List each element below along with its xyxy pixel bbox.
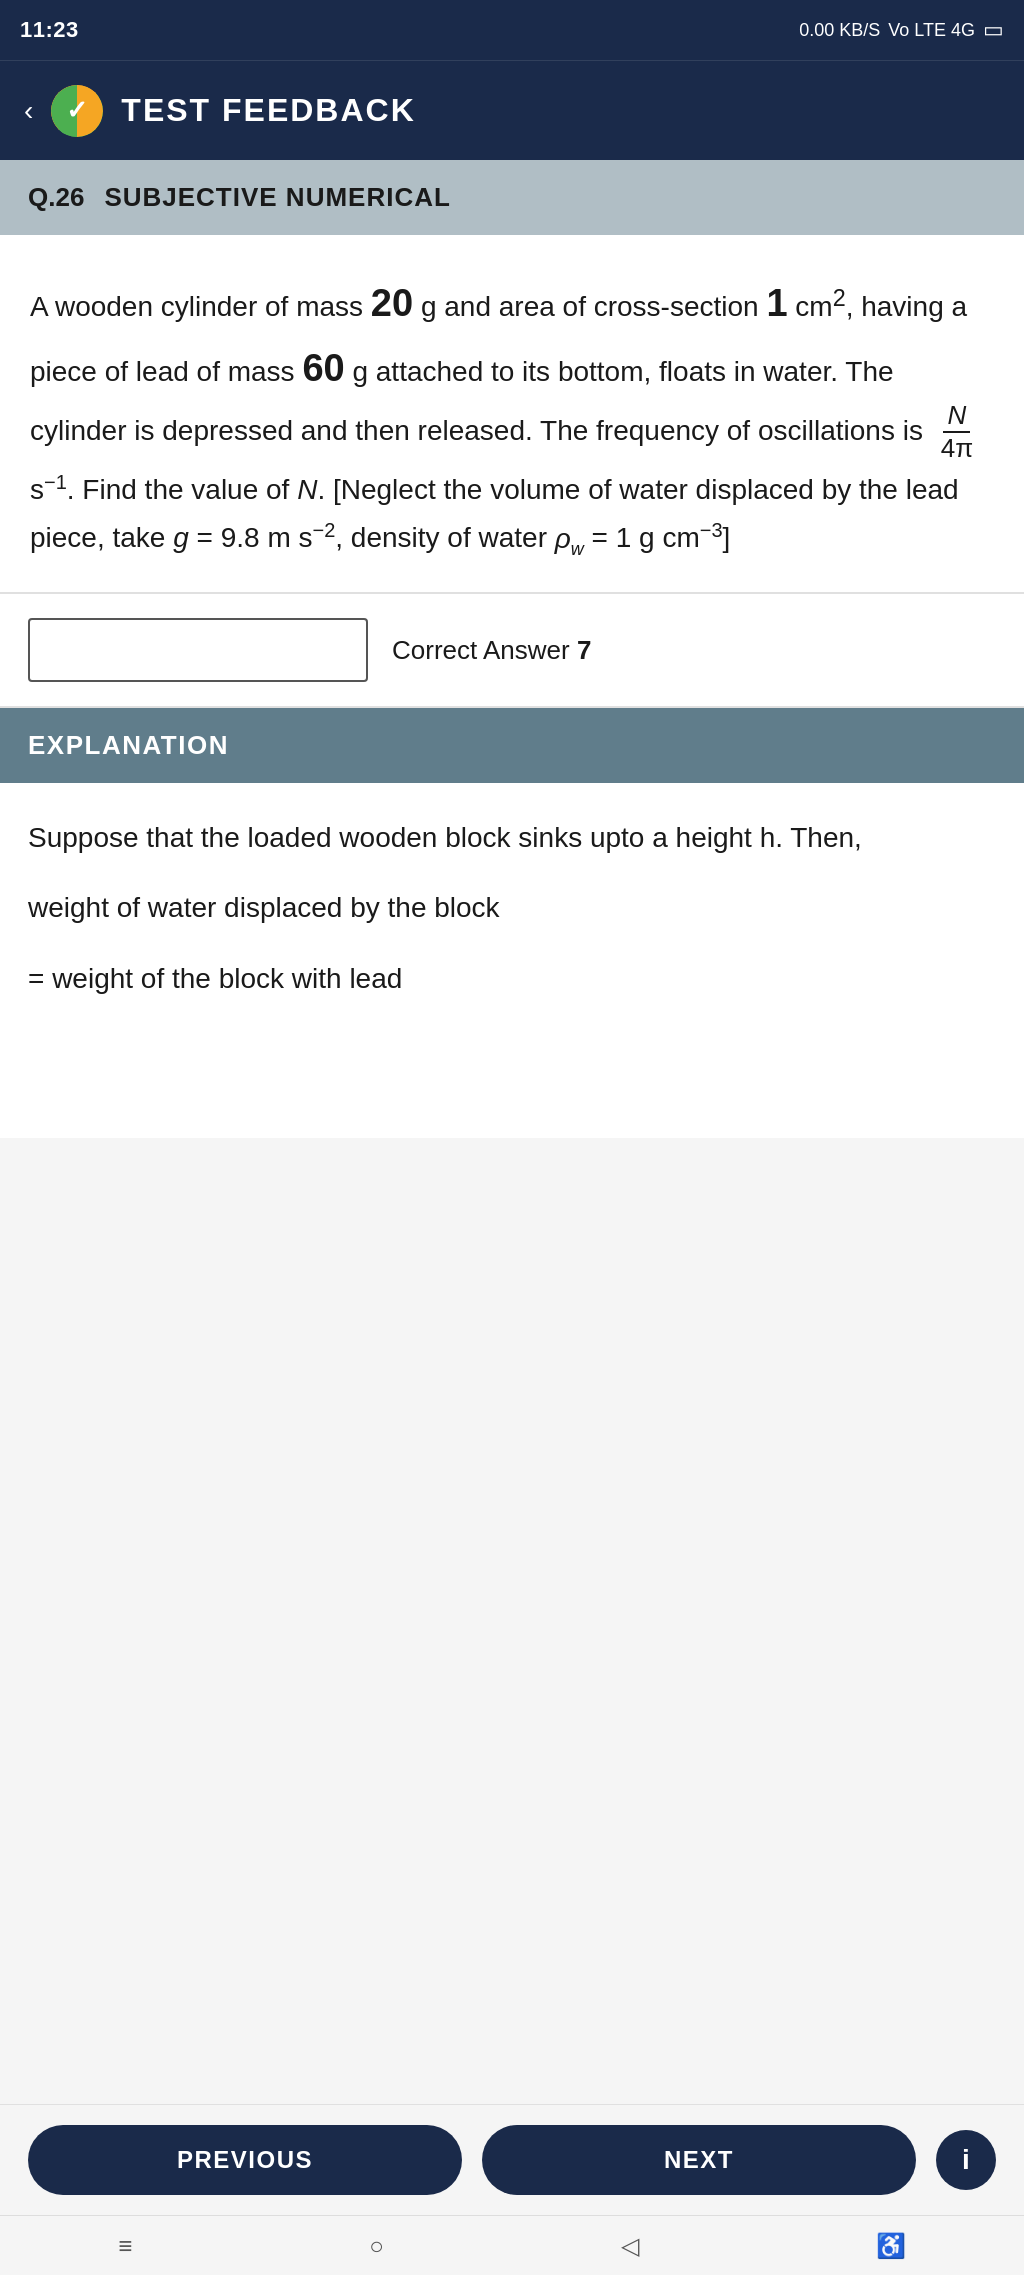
next-button[interactable]: NEXT xyxy=(482,2125,916,2195)
explanation-header: EXPLANATION xyxy=(0,708,1024,783)
explanation-line-1: Suppose that the loaded wooden block sin… xyxy=(28,813,996,1004)
logo-checkmark: ✓ xyxy=(66,95,88,126)
explanation-title: EXPLANATION xyxy=(28,730,996,761)
page-title: TEST FEEDBACK xyxy=(121,92,415,129)
question-content: A wooden cylinder of mass 20 g and area … xyxy=(0,235,1024,594)
status-bar: 11:23 0.00 KB/S Vo LTE 4G ▭ xyxy=(0,0,1024,60)
previous-button[interactable]: PREVIOUS xyxy=(28,2125,462,2195)
logo-circle: ✓ xyxy=(51,85,103,137)
back-nav-icon[interactable]: ◁ xyxy=(621,2232,639,2260)
answer-section: Correct Answer 7 xyxy=(0,594,1024,708)
question-header: Q.26 SUBJECTIVE NUMERICAL xyxy=(0,160,1024,235)
back-button[interactable]: ‹ xyxy=(24,97,33,125)
info-button[interactable]: i xyxy=(936,2130,996,2190)
accessibility-icon[interactable]: ♿ xyxy=(876,2232,906,2260)
header: ‹ ✓ TEST FEEDBACK xyxy=(0,60,1024,160)
menu-icon[interactable]: ≡ xyxy=(118,2232,132,2260)
battery-icon: ▭ xyxy=(983,17,1004,43)
correct-answer-label: Correct Answer 7 xyxy=(392,635,591,666)
question-text: A wooden cylinder of mass 20 g and area … xyxy=(30,271,994,564)
correct-answer-value: 7 xyxy=(577,635,591,665)
status-right: 0.00 KB/S Vo LTE 4G ▭ xyxy=(799,17,1004,43)
question-type: SUBJECTIVE NUMERICAL xyxy=(104,182,450,213)
home-icon[interactable]: ○ xyxy=(369,2232,384,2260)
app-logo: ✓ xyxy=(51,85,103,137)
system-nav: ≡ ○ ◁ ♿ xyxy=(0,2215,1024,2275)
answer-input-box[interactable] xyxy=(28,618,368,682)
status-time: 11:23 xyxy=(20,17,79,43)
network-speed: 0.00 KB/S xyxy=(799,20,880,41)
bottom-nav: PREVIOUS NEXT i xyxy=(0,2104,1024,2215)
explanation-content: Suppose that the loaded wooden block sin… xyxy=(0,783,1024,1138)
network-type: Vo LTE 4G xyxy=(888,20,975,41)
question-number: Q.26 xyxy=(28,182,84,213)
